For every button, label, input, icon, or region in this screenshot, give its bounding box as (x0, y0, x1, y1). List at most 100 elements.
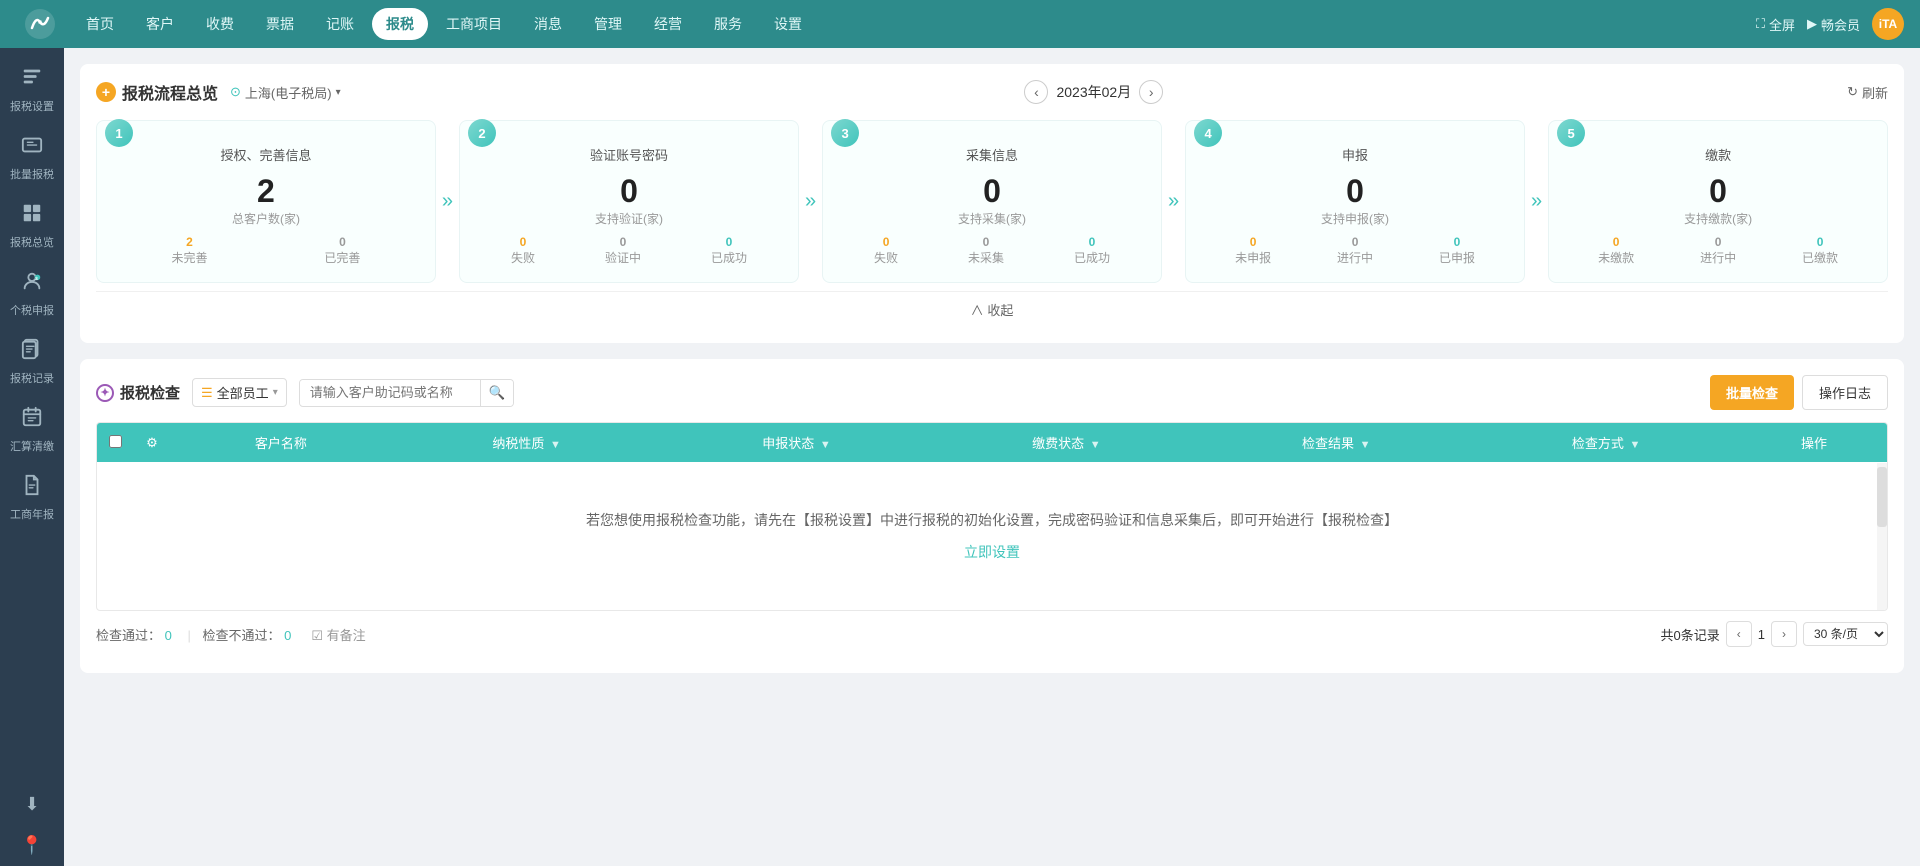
step5-number: 0 (1565, 172, 1871, 210)
nav-customer[interactable]: 客户 (132, 8, 188, 40)
nav-message[interactable]: 消息 (520, 8, 576, 40)
scrollbar-track[interactable] (1877, 463, 1887, 610)
declare-status-filter-icon[interactable]: ▼ (820, 439, 831, 451)
step3-stat-2: 0 已成功 (1074, 235, 1110, 266)
step-number-4: 4 (1194, 119, 1222, 147)
filter-employee-icon: ☰ (201, 385, 213, 401)
sidebar-item-annual-report[interactable]: 工商年报 (0, 464, 64, 532)
nav-bizproject[interactable]: 工商项目 (432, 8, 516, 40)
customer-search-box: 🔍 (299, 379, 515, 407)
nav-settings[interactable]: 设置 (760, 8, 816, 40)
nav-fee[interactable]: 收费 (192, 8, 248, 40)
empty-message: 若您想使用报税检查功能，请先在【报税设置】中进行报税的初始化设置，完成密码验证和… (117, 510, 1867, 530)
nav-home[interactable]: 首页 (72, 8, 128, 40)
tax-check-table: ⚙ 客户名称 纳税性质 ▼ 申报状态 ▼ (97, 423, 1887, 462)
fail-label: 检查不通过： (203, 628, 281, 643)
tax-record-icon (21, 338, 43, 366)
check-method-filter-icon[interactable]: ▼ (1630, 439, 1641, 451)
col-pay-status: 缴费状态 ▼ (931, 423, 1201, 462)
search-input[interactable] (300, 380, 480, 405)
col-check-method: 检查方式 ▼ (1471, 423, 1741, 462)
nav-accounting[interactable]: 记账 (312, 8, 368, 40)
select-all-header[interactable] (97, 423, 134, 462)
col-tax-type: 纳税性质 ▼ (392, 423, 662, 462)
pass-value[interactable]: 0 (165, 628, 172, 643)
nav-operation[interactable]: 经营 (640, 8, 696, 40)
sidebar-item-tax-overview[interactable]: 报税总览 (0, 192, 64, 260)
step-number-1: 1 (105, 119, 133, 147)
sidebar-item-tax-record[interactable]: 报税记录 (0, 328, 64, 396)
select-all-checkbox[interactable] (109, 435, 122, 448)
plus-icon: + (96, 82, 116, 102)
scrollbar-thumb[interactable] (1877, 467, 1887, 527)
step1-stat-1: 0 已完善 (324, 235, 360, 266)
sidebar-bottom-download[interactable]: ⬇ (0, 784, 64, 825)
page-size-select[interactable]: 30 条/页 50 条/页 100 条/页 (1803, 622, 1888, 646)
member-button[interactable]: ▶ 畅会员 (1807, 15, 1860, 34)
step3-stats: 0 失败 0 未采集 0 已成功 (839, 235, 1145, 266)
sidebar-item-annual-settlement[interactable]: 汇算清缴 (0, 396, 64, 464)
column-settings-header[interactable]: ⚙ (134, 423, 170, 462)
nav-items: 首页 客户 收费 票据 记账 报税 工商项目 消息 管理 经营 服务 设置 (72, 8, 1756, 40)
search-button[interactable]: 🔍 (480, 380, 514, 406)
nav-tax[interactable]: 报税 (372, 8, 428, 40)
next-month-button[interactable]: › (1139, 80, 1163, 104)
tax-check-table-container: ⚙ 客户名称 纳税性质 ▼ 申报状态 ▼ (96, 422, 1888, 611)
step5-stat-0: 0 未缴款 (1598, 235, 1634, 266)
nav-manage[interactable]: 管理 (580, 8, 636, 40)
operation-log-button[interactable]: 操作日志 (1802, 375, 1888, 410)
column-settings-icon[interactable]: ⚙ (146, 435, 158, 450)
avatar[interactable]: iTA (1872, 8, 1904, 40)
step1-title: 授权、完善信息 (113, 145, 419, 164)
dropdown-icon: ▾ (336, 87, 341, 98)
fail-value[interactable]: 0 (284, 628, 291, 643)
empty-state: 若您想使用报税检查功能，请先在【报税设置】中进行报税的初始化设置，完成密码验证和… (97, 462, 1887, 610)
sidebar-label-annual-report: 工商年报 (10, 506, 54, 522)
setup-link[interactable]: 立即设置 (964, 544, 1020, 560)
check-result-filter-icon[interactable]: ▼ (1360, 439, 1371, 451)
download-icon: ⬇ (24, 794, 39, 815)
step-number-2: 2 (468, 119, 496, 147)
location-pin-icon: ⊙ (230, 84, 241, 100)
prev-page-button[interactable]: ‹ (1726, 621, 1752, 647)
step4-stat-1: 0 进行中 (1337, 235, 1373, 266)
pass-label: 检查通过： (96, 628, 161, 643)
sidebar-item-tax-settings[interactable]: 报税设置 (0, 56, 64, 124)
flow-card-step1: 1 授权、完善信息 2 总客户数(家) 2 未完善 0 已完善 (96, 120, 436, 283)
step1-sub: 总客户数(家) (113, 210, 419, 227)
flow-title: + 报税流程总览 (96, 80, 218, 104)
step-number-5: 5 (1557, 119, 1585, 147)
step2-number: 0 (476, 172, 782, 210)
annual-settlement-icon (21, 406, 43, 434)
top-navigation: 首页 客户 收费 票据 记账 报税 工商项目 消息 管理 经营 服务 设置 ⛶ … (0, 0, 1920, 48)
next-page-button[interactable]: › (1771, 621, 1797, 647)
nav-invoice[interactable]: 票据 (252, 8, 308, 40)
collapse-button[interactable]: ∧ 收起 (96, 291, 1888, 327)
batch-check-button[interactable]: 批量检查 (1710, 375, 1794, 410)
tax-type-filter-icon[interactable]: ▼ (550, 439, 561, 451)
step5-stat-2: 0 已缴款 (1802, 235, 1838, 266)
step5-title: 缴款 (1565, 145, 1871, 164)
location-icon: 📍 (21, 835, 43, 856)
tax-check-title: ✦ 报税检查 (96, 382, 180, 403)
prev-month-button[interactable]: ‹ (1024, 80, 1048, 104)
sidebar-item-personal-tax[interactable]: $ 个税申报 (0, 260, 64, 328)
flow-cards: 1 授权、完善信息 2 总客户数(家) 2 未完善 0 已完善 » (96, 120, 1888, 283)
step4-stats: 0 未申报 0 进行中 0 已申报 (1202, 235, 1508, 266)
refresh-button[interactable]: ↻ 刷新 (1847, 83, 1888, 102)
step3-stat-0: 0 失败 (874, 235, 898, 266)
flow-card-step2: 2 验证账号密码 0 支持验证(家) 0 失败 0 验证中 0 已成功 (459, 120, 799, 283)
employee-filter[interactable]: ☰ 全部员工 ▾ (192, 378, 287, 407)
location-tag[interactable]: ⊙ 上海(电子税局) ▾ (230, 83, 341, 102)
tax-check-header: ✦ 报税检查 ☰ 全部员工 ▾ 🔍 批量检查 操作日志 (96, 375, 1888, 410)
pay-status-filter-icon[interactable]: ▼ (1090, 439, 1101, 451)
sidebar-bottom-location[interactable]: 📍 (0, 825, 64, 866)
remark-badge: ☑ 有备注 (311, 625, 365, 644)
total-records: 共0条记录 (1661, 625, 1720, 644)
personal-tax-icon: $ (21, 270, 43, 298)
sidebar-item-batch-tax[interactable]: 批量报税 (0, 124, 64, 192)
nav-service[interactable]: 服务 (700, 8, 756, 40)
fullscreen-button[interactable]: ⛶ 全屏 (1756, 15, 1795, 34)
step2-title: 验证账号密码 (476, 145, 782, 164)
step4-title: 申报 (1202, 145, 1508, 164)
